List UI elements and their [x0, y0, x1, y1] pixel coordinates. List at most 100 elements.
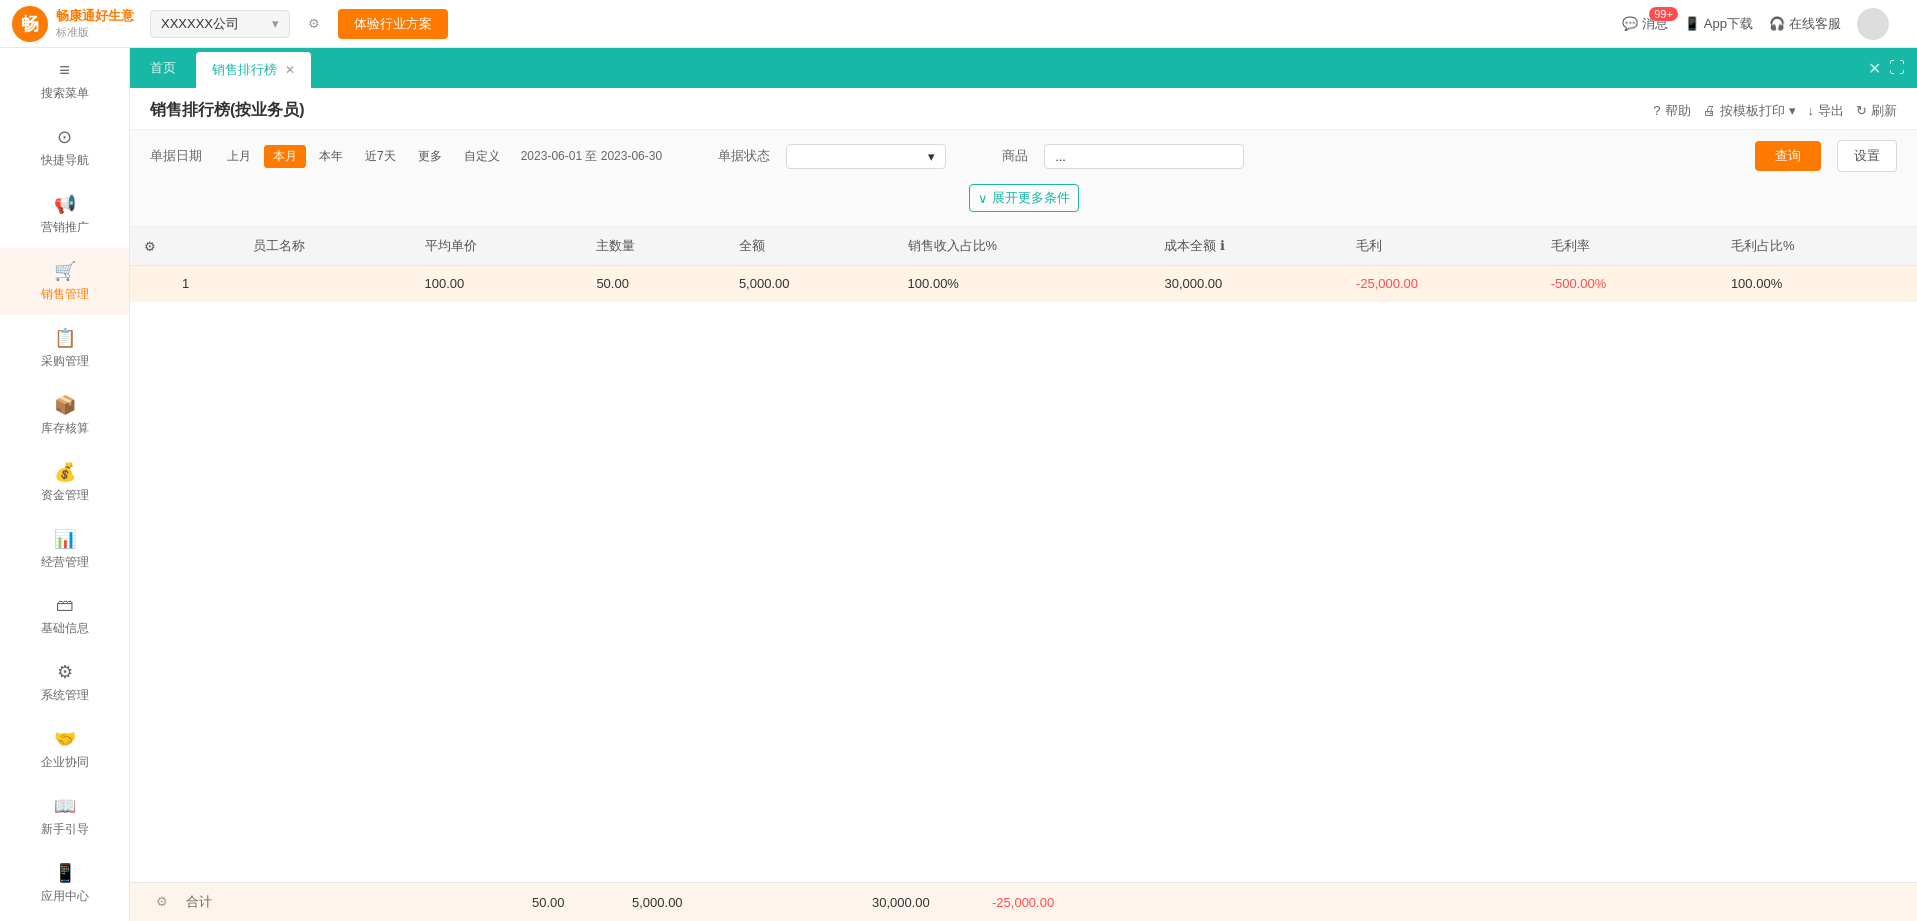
date-btn-上月[interactable]: 上月	[218, 145, 260, 168]
col-header-sales_pct: 销售收入占比%	[896, 227, 1153, 266]
footer-main-qty: 50.00	[532, 895, 632, 910]
footer-total-amount: 5,000.00	[632, 895, 752, 910]
sidebar-label-system: 系统管理	[41, 687, 89, 704]
sidebar-item-search-orders[interactable]: ≡ 搜索菜单	[0, 48, 129, 114]
page-header: 销售排行榜(按业务员) ? 帮助 🖨 按模板打印 ▾ ↓	[130, 88, 1917, 130]
sidebar-item-enterprise-collab[interactable]: 🤝 企业协同	[0, 716, 129, 783]
refresh-icon: ↻	[1856, 103, 1867, 118]
tab-sales-ranking[interactable]: 销售排行榜 ✕	[196, 52, 311, 88]
col-header-total_amount: 全额	[727, 227, 896, 266]
avatar[interactable]	[1857, 8, 1889, 40]
system-icon: ⚙	[57, 661, 73, 683]
col-header-gross_pct: 毛利占比%	[1719, 227, 1917, 266]
export-button[interactable]: ↓ 导出	[1808, 102, 1845, 120]
sidebar-item-basic-info[interactable]: 🗃 基础信息	[0, 583, 129, 649]
date-btn-近7天[interactable]: 近7天	[356, 145, 405, 168]
page-title: 销售排行榜(按业务员)	[150, 100, 305, 121]
date-filter-label: 单据日期	[150, 147, 202, 165]
sidebar-label-purchase: 采购管理	[41, 353, 89, 370]
messages-badge: 99+	[1649, 7, 1678, 21]
cell-0	[130, 266, 170, 302]
cell-10: 100.00%	[1719, 266, 1917, 302]
cell-4: 50.00	[584, 266, 726, 302]
sidebar-item-quick-nav[interactable]: ⊙ 快捷导航	[0, 114, 129, 181]
cell-3: 100.00	[413, 266, 585, 302]
cell-8: -25,000.00	[1344, 266, 1539, 302]
col-header-rank	[170, 227, 241, 266]
window-expand-icon[interactable]: ⛶	[1889, 59, 1905, 77]
messages-button[interactable]: 💬 消息 99+	[1622, 15, 1668, 33]
goods-filter-label: 商品	[1002, 147, 1028, 165]
sidebar-label-app-center: 应用中心	[41, 888, 89, 905]
export-icon: ↓	[1808, 103, 1815, 118]
logo-subtitle: 标准版	[56, 25, 134, 40]
expand-filters-button[interactable]: ∨ 展开更多条件	[969, 184, 1079, 212]
trial-button[interactable]: 体验行业方案	[338, 9, 448, 39]
settings-icon[interactable]: ⚙	[298, 8, 330, 40]
online-service-button[interactable]: 🎧 在线客服	[1769, 15, 1841, 33]
sidebar: ≡ 搜索菜单 ⊙ 快捷导航 📢 营销推广 🛒 销售管理 📋 采购管理 📦 库存核…	[0, 48, 130, 921]
tab-home[interactable]: 首页	[130, 48, 196, 88]
col-header-employee_name: 员工名称	[241, 227, 413, 266]
sidebar-item-onboarding[interactable]: 📖 新手引导	[0, 783, 129, 850]
onboarding-icon: 📖	[54, 795, 76, 817]
sidebar-label-operations: 经营管理	[41, 554, 89, 571]
date-btn-本年[interactable]: 本年	[310, 145, 352, 168]
col-header-gross_profit: 毛利	[1344, 227, 1539, 266]
basic-info-icon: 🗃	[56, 595, 74, 616]
company-selector[interactable]: XXXXXX公司 ▾	[150, 10, 290, 38]
table-footer: ⚙ 合计 50.00 5,000.00 30,000.00 -25,000.00	[130, 882, 1917, 921]
sidebar-label-quick-nav: 快捷导航	[41, 152, 89, 169]
sidebar-label-search-orders: 搜索菜单	[41, 85, 89, 102]
sidebar-item-marketing[interactable]: 📢 营销推广	[0, 181, 129, 248]
date-filter-buttons: 上月本月本年近7天更多自定义	[218, 145, 509, 168]
goods-ellipsis: ...	[1055, 149, 1066, 164]
window-close-icon[interactable]: ✕	[1868, 59, 1881, 78]
sidebar-item-enterprise-wechat[interactable]: 💬 企业微信	[0, 917, 129, 921]
footer-cells: 50.00 5,000.00 30,000.00 -25,000.00	[302, 895, 1905, 910]
sidebar-label-onboarding: 新手引导	[41, 821, 89, 838]
status-select[interactable]: ▾	[786, 144, 946, 169]
inventory-icon: 📦	[54, 394, 76, 416]
search-orders-icon: ≡	[59, 60, 70, 81]
sidebar-item-purchase[interactable]: 📋 采购管理	[0, 315, 129, 382]
date-range: 2023-06-01 至 2023-06-30	[521, 148, 662, 165]
settings-button[interactable]: 设置	[1837, 140, 1897, 172]
footer-settings-col: ⚙	[142, 894, 182, 909]
sidebar-item-sales[interactable]: 🛒 销售管理	[0, 248, 129, 315]
goods-input[interactable]: ...	[1044, 144, 1244, 169]
sidebar-item-app-center[interactable]: 📱 应用中心	[0, 850, 129, 917]
sidebar-label-sales: 销售管理	[41, 286, 89, 303]
sidebar-item-inventory[interactable]: 📦 库存核算	[0, 382, 129, 449]
col-header-main_qty: 主数量	[584, 227, 726, 266]
date-btn-本月[interactable]: 本月	[264, 145, 306, 168]
query-button[interactable]: 查询	[1755, 141, 1821, 171]
message-icon: 💬	[1622, 16, 1638, 31]
refresh-button[interactable]: ↻ 刷新	[1856, 102, 1897, 120]
company-name: XXXXXX公司	[161, 15, 264, 33]
tab-close-icon[interactable]: ✕	[285, 63, 295, 77]
headset-icon: 🎧	[1769, 16, 1785, 31]
footer-avg-price	[432, 895, 532, 910]
logo: 畅 畅康通好生意 标准版	[12, 6, 134, 42]
help-button[interactable]: ? 帮助	[1653, 102, 1690, 120]
cell-5: 5,000.00	[727, 266, 896, 302]
print-button[interactable]: 🖨 按模板打印 ▾	[1703, 102, 1796, 120]
data-table: ⚙员工名称平均单价主数量全额销售收入占比%成本全额 ℹ毛利毛利率毛利占比% 11…	[130, 227, 1917, 302]
purchase-icon: 📋	[54, 327, 76, 349]
date-btn-更多[interactable]: 更多	[409, 145, 451, 168]
print-icon: 🖨	[1703, 103, 1716, 118]
tab-bar: 首页 销售排行榜 ✕ ✕ ⛶	[130, 48, 1917, 88]
sidebar-item-system[interactable]: ⚙ 系统管理	[0, 649, 129, 716]
sidebar-item-finance[interactable]: 💰 资金管理	[0, 449, 129, 516]
expand-icon: ∨	[978, 191, 988, 206]
footer-gross-profit: -25,000.00	[992, 895, 1112, 910]
footer-cost-amount: 30,000.00	[872, 895, 992, 910]
sidebar-item-operations[interactable]: 📊 经营管理	[0, 516, 129, 583]
sidebar-label-finance: 资金管理	[41, 487, 89, 504]
app-download-button[interactable]: 📱 App下载	[1684, 15, 1753, 33]
filter-bar: 单据日期 上月本月本年近7天更多自定义 2023-06-01 至 2023-06…	[130, 130, 1917, 227]
app-download-label: App下载	[1704, 15, 1753, 33]
col-header-settings: ⚙	[130, 227, 170, 266]
date-btn-自定义[interactable]: 自定义	[455, 145, 509, 168]
